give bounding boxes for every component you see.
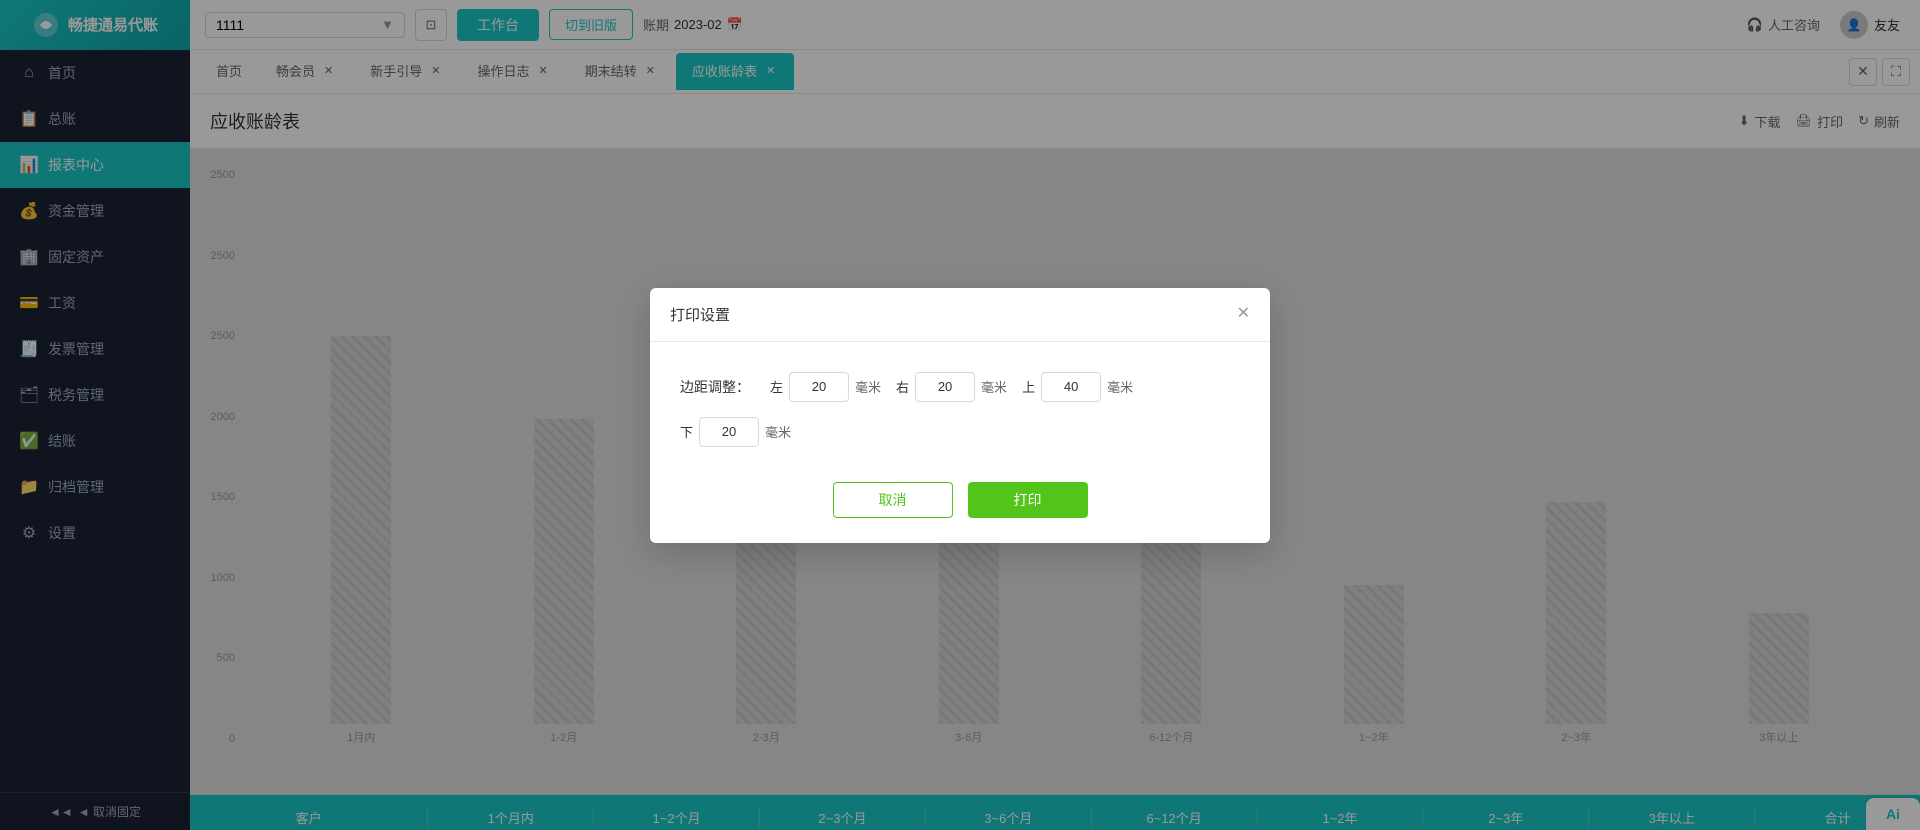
margin-bottom-group: 下 毫米 (680, 417, 791, 447)
margin-left-group: 左 毫米 (770, 372, 881, 402)
cancel-button[interactable]: 取消 (833, 482, 953, 518)
print-confirm-button[interactable]: 打印 (968, 482, 1088, 518)
margin-right-group: 右 毫米 (896, 372, 1007, 402)
margin-top-group: 上 毫米 (1022, 372, 1133, 402)
modal-footer: 取消 打印 (650, 467, 1270, 543)
modal-close-button[interactable]: ✕ (1237, 306, 1250, 322)
right-direction-label: 右 (896, 377, 909, 396)
modal-body: 边距调整： 左 毫米 右 毫米 上 毫米 下 (650, 342, 1270, 467)
bottom-unit: 毫米 (765, 422, 791, 441)
modal-header: 打印设置 ✕ (650, 288, 1270, 342)
margin-label: 边距调整： (680, 377, 750, 397)
bottom-margin-input[interactable] (699, 417, 759, 447)
modal-overlay: 打印设置 ✕ 边距调整： 左 毫米 右 毫米 上 毫米 (0, 0, 1920, 830)
modal-title: 打印设置 (670, 304, 730, 325)
print-dialog: 打印设置 ✕ 边距调整： 左 毫米 右 毫米 上 毫米 (650, 288, 1270, 543)
bottom-direction-label: 下 (680, 422, 693, 441)
margin-row: 边距调整： 左 毫米 右 毫米 上 毫米 下 (680, 372, 1240, 447)
left-margin-input[interactable] (789, 372, 849, 402)
top-unit: 毫米 (1107, 377, 1133, 396)
left-direction-label: 左 (770, 377, 783, 396)
top-direction-label: 上 (1022, 377, 1035, 396)
left-unit: 毫米 (855, 377, 881, 396)
right-margin-input[interactable] (915, 372, 975, 402)
right-unit: 毫米 (981, 377, 1007, 396)
top-margin-input[interactable] (1041, 372, 1101, 402)
